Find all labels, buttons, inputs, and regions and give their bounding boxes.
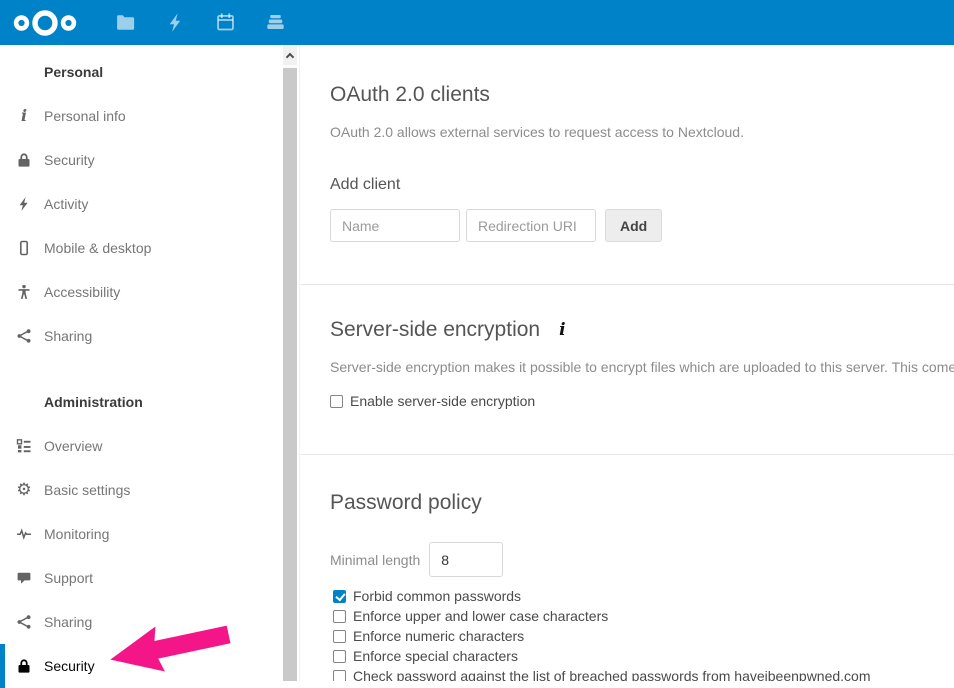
policy-checkbox-label: Enforce numeric characters	[353, 628, 524, 644]
sidebar-scrollbar[interactable]	[283, 45, 297, 681]
gear-icon: ⚙	[16, 482, 32, 498]
pulse-icon	[16, 526, 32, 542]
sidebar-caption-administration: Administration	[0, 380, 283, 424]
settings-content: OAuth 2.0 clients OAuth 2.0 allows exter…	[301, 45, 954, 681]
nav-section-gap	[0, 358, 283, 380]
oauth-section-title: OAuth 2.0 clients	[330, 83, 954, 107]
scrollbar-thumb[interactable]	[283, 68, 297, 681]
enable-encryption-checkbox[interactable]: Enable server-side encryption	[330, 391, 954, 411]
share-icon	[16, 614, 32, 630]
encryption-title-text: Server-side encryption	[330, 318, 540, 342]
sidebar-item-label: Mobile & desktop	[44, 240, 151, 256]
chat-icon	[16, 570, 32, 586]
sidebar-item-personal-info[interactable]: i Personal info	[0, 94, 283, 138]
sidebar-item-label: Personal info	[44, 108, 126, 124]
policy-checkbox-label: Enforce upper and lower case characters	[353, 608, 608, 624]
enable-encryption-label: Enable server-side encryption	[350, 393, 535, 409]
chevron-up-icon	[286, 52, 294, 60]
sidebar-item-label: Basic settings	[44, 482, 130, 498]
encryption-section: Server-side encryption i Server-side enc…	[301, 285, 954, 455]
sidebar-item-label: Overview	[44, 438, 102, 454]
app-button-deck[interactable]	[250, 0, 300, 45]
sidebar-item-sharing[interactable]: Sharing	[0, 600, 283, 644]
list-icon	[16, 438, 32, 454]
sidebar-item-overview[interactable]: Overview	[0, 424, 283, 468]
policy-checkbox-label: Check password against the list of breac…	[353, 668, 871, 681]
sidebar-item-label: Activity	[44, 196, 88, 212]
minimal-length-row: Minimal length	[330, 542, 954, 577]
policy-checkbox-enforce-upper-and-lower-case-characters[interactable]: Enforce upper and lower case characters	[333, 606, 954, 626]
info-icon[interactable]: i	[559, 320, 565, 340]
checkbox-icon[interactable]	[333, 630, 346, 643]
policy-checkbox-enforce-special-characters[interactable]: Enforce special characters	[333, 646, 954, 666]
redirection-uri-input[interactable]	[466, 209, 596, 242]
policy-checkbox-enforce-numeric-characters[interactable]: Enforce numeric characters	[333, 626, 954, 646]
sidebar-item-support[interactable]: Support	[0, 556, 283, 600]
checkbox-icon[interactable]	[330, 395, 343, 408]
minimal-length-input[interactable]	[429, 542, 503, 577]
client-name-input[interactable]	[330, 209, 460, 242]
app-button-calendar[interactable]	[200, 0, 250, 45]
oauth-section: OAuth 2.0 clients OAuth 2.0 allows exter…	[301, 45, 954, 285]
checkbox-icon[interactable]	[333, 670, 346, 682]
policy-checkbox-label: Forbid common passwords	[353, 588, 521, 604]
sidebar-item-accessibility[interactable]: Accessibility	[0, 270, 283, 314]
nextcloud-logo[interactable]	[12, 8, 78, 38]
policy-checkbox-label: Enforce special characters	[353, 648, 518, 664]
sidebar-item-activity[interactable]: Activity	[0, 182, 283, 226]
sidebar-item-basic-settings[interactable]: ⚙ Basic settings	[0, 468, 283, 512]
sidebar-item-sharing[interactable]: Sharing	[0, 314, 283, 358]
share-icon	[16, 328, 32, 344]
top-header-bar	[0, 0, 954, 45]
app-button-files[interactable]	[100, 0, 150, 45]
sidebar-item-security[interactable]: Security	[0, 644, 283, 688]
sidebar-item-monitoring[interactable]: Monitoring	[0, 512, 283, 556]
info-icon: i	[16, 108, 32, 124]
encryption-section-title: Server-side encryption i	[330, 318, 954, 342]
app-icon-row	[100, 0, 300, 45]
lock-icon	[16, 658, 32, 674]
sidebar-caption-personal: Personal	[0, 50, 283, 94]
lock-icon	[16, 152, 32, 168]
sidebar-item-security[interactable]: Security	[0, 138, 283, 182]
checkbox-icon[interactable]	[333, 590, 346, 603]
password-policy-checkbox-list: Forbid common passwords Enforce upper and…	[333, 586, 954, 681]
policy-checkbox-check-password-against-the-list-of-breac[interactable]: Check password against the list of breac…	[333, 666, 954, 681]
lightning-icon	[16, 196, 32, 212]
sidebar-item-label: Support	[44, 570, 93, 586]
sidebar-item-label: Monitoring	[44, 526, 109, 542]
oauth-section-description: OAuth 2.0 allows external services to re…	[330, 121, 954, 143]
policy-checkbox-forbid-common-passwords[interactable]: Forbid common passwords	[333, 586, 954, 606]
scrollbar-up-button[interactable]	[283, 45, 297, 65]
sidebar-item-mobile-desktop[interactable]: Mobile & desktop	[0, 226, 283, 270]
app-button-activity[interactable]	[150, 0, 200, 45]
encryption-description: Server-side encryption makes it possible…	[330, 356, 954, 378]
password-policy-section: Password policy Minimal length Forbid co…	[301, 455, 954, 681]
sidebar-item-label: Security	[44, 658, 95, 674]
phone-icon	[16, 240, 32, 256]
settings-sidebar: Personal i Personal info Security Activity Mo…	[0, 45, 300, 681]
minimal-length-label: Minimal length	[330, 552, 420, 568]
checkbox-icon[interactable]	[333, 650, 346, 663]
sidebar-item-label: Security	[44, 152, 95, 168]
accessibility-icon	[16, 284, 32, 300]
sidebar-nav: Personal i Personal info Security Activity Mo…	[0, 45, 283, 688]
add-client-button[interactable]: Add	[605, 209, 662, 242]
add-client-heading: Add client	[330, 176, 954, 194]
add-client-form: Add	[330, 209, 954, 242]
sidebar-item-label: Sharing	[44, 614, 92, 630]
sidebar-item-label: Sharing	[44, 328, 92, 344]
checkbox-icon[interactable]	[333, 610, 346, 623]
sidebar-item-label: Accessibility	[44, 284, 120, 300]
password-policy-title: Password policy	[330, 491, 954, 515]
